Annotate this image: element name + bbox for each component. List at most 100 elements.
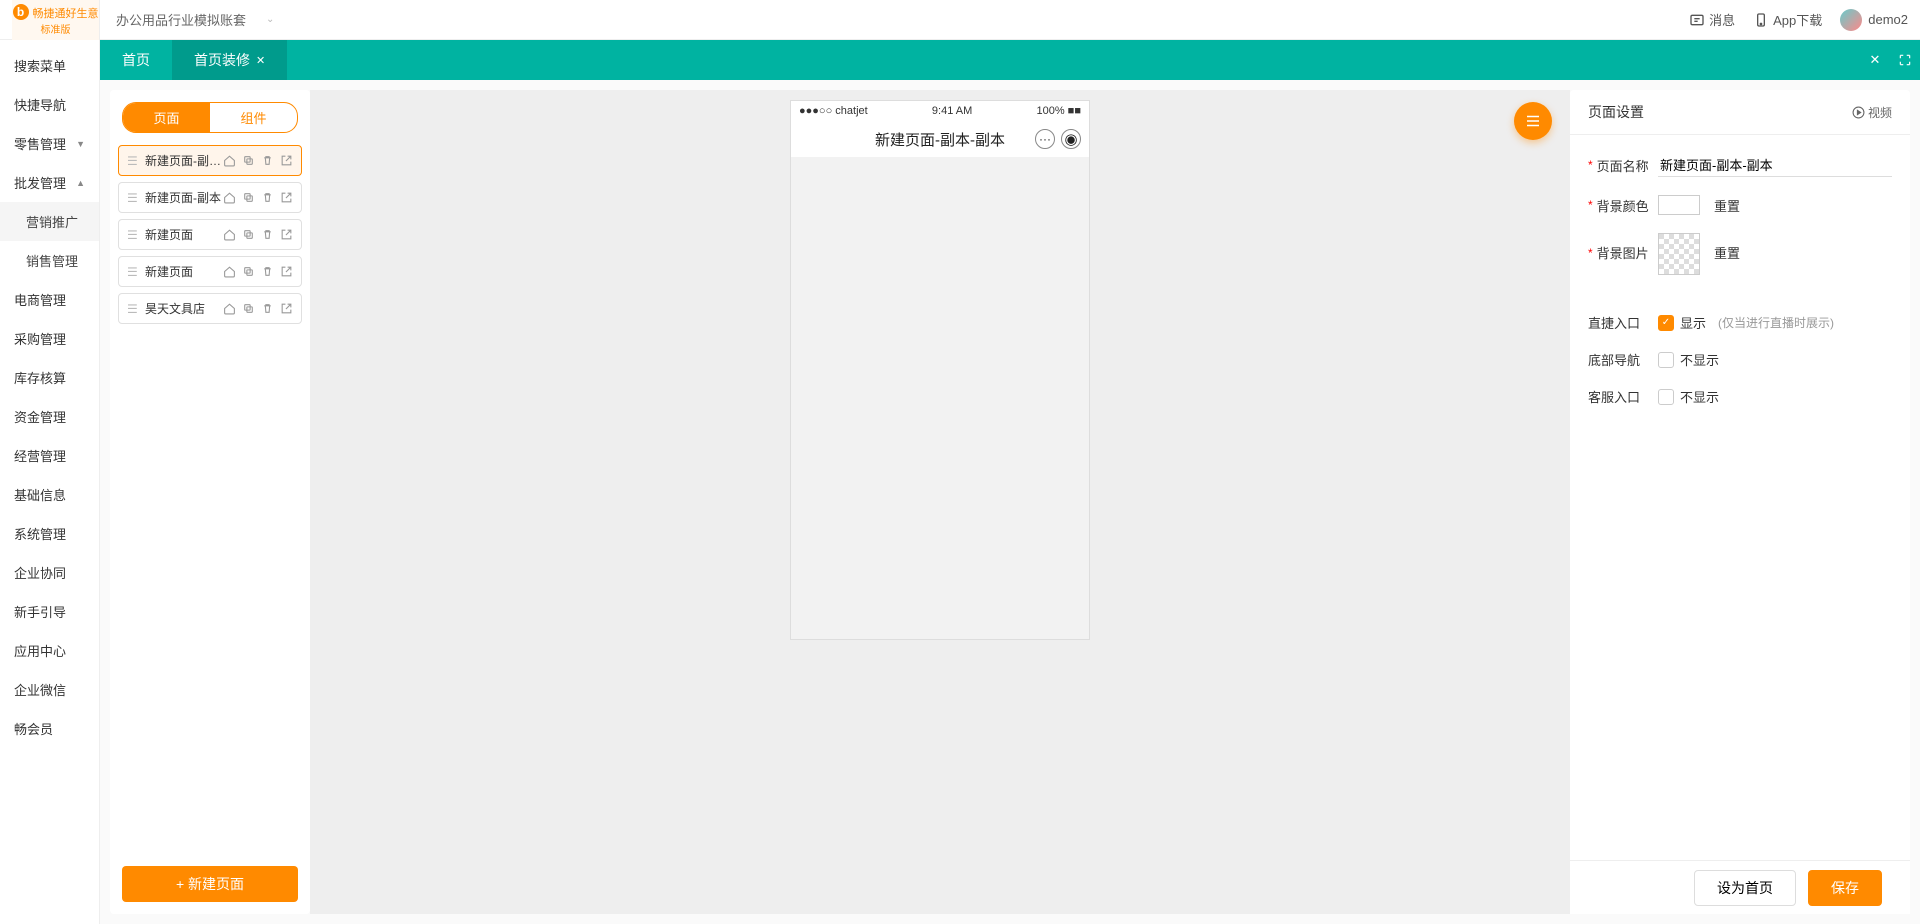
page-list-item[interactable]: ☰ 新建页面 [118, 219, 302, 250]
service-checkbox[interactable]: 不显示 [1658, 387, 1719, 406]
seg-page[interactable]: 页面 [123, 103, 210, 132]
drag-icon: ☰ [127, 191, 139, 205]
settings-panel: 页面设置 视频 *页面名称 *背景颜色 重置 [1570, 90, 1910, 914]
plan-tag: 标准版 [41, 21, 71, 36]
sidebar-item[interactable]: 库存核算 [0, 358, 99, 397]
drag-icon: ☰ [127, 302, 139, 316]
video-link[interactable]: 视频 [1852, 104, 1892, 121]
logo: b 畅捷通好生意 标准版 [12, 0, 100, 40]
tab-close-all[interactable]: ✕ [1860, 40, 1890, 80]
user-menu[interactable]: demo2 [1840, 9, 1908, 31]
sidebar-item[interactable]: 企业微信 [0, 670, 99, 709]
sidebar-item[interactable]: 零售管理▼ [0, 124, 99, 163]
app-download-link[interactable]: App下载 [1753, 10, 1822, 29]
delete-icon[interactable] [261, 154, 274, 167]
layers-fab[interactable] [1514, 102, 1552, 140]
page-name: 新建页面-副本-... [145, 152, 223, 169]
sidebar-item[interactable]: 营销推广 [0, 202, 99, 241]
home-icon[interactable] [223, 265, 236, 278]
carrier-icon: ●●●○○ chatjet [799, 105, 868, 117]
copy-icon[interactable] [242, 191, 255, 204]
sidebar-item[interactable]: 新手引导 [0, 592, 99, 631]
share-icon[interactable] [280, 191, 293, 204]
drag-icon: ☰ [127, 265, 139, 279]
messages-link[interactable]: 消息 [1689, 10, 1735, 29]
page-list-item[interactable]: ☰新建页面 [118, 256, 302, 287]
menu-dots-icon: ··· [1035, 129, 1055, 149]
sidebar: 搜索菜单 快捷导航零售管理▼批发管理▲营销推广销售管理电商管理采购管理库存核算资… [0, 40, 100, 924]
sidebar-item[interactable]: 畅会员 [0, 709, 99, 748]
share-icon[interactable] [280, 154, 293, 167]
page-list-item[interactable]: ☰ 新建页面-副本 [118, 182, 302, 213]
field-bg-color: *背景颜色 重置 [1588, 195, 1892, 215]
user-name: demo2 [1868, 12, 1908, 27]
bg-color-swatch[interactable] [1658, 195, 1700, 215]
delete-icon[interactable] [261, 228, 274, 241]
delete-icon[interactable] [261, 191, 274, 204]
new-page-button[interactable]: + 新建页面 [122, 866, 298, 902]
copy-icon[interactable] [242, 302, 255, 315]
chevron-down-icon: ⌄ [266, 14, 274, 25]
reset-bg-color[interactable]: 重置 [1714, 196, 1740, 215]
delete-icon[interactable] [261, 302, 274, 315]
sidebar-item[interactable]: 经营管理 [0, 436, 99, 475]
page-list-item[interactable]: ☰ 新建页面-副本-... [118, 145, 302, 176]
tab-home[interactable]: 首页 [100, 40, 172, 80]
home-icon[interactable] [223, 154, 236, 167]
bottom-nav-checkbox[interactable]: 不显示 [1658, 350, 1719, 369]
share-icon[interactable] [280, 228, 293, 241]
sidebar-item[interactable]: 基础信息 [0, 475, 99, 514]
field-service-entry: 客服入口 不显示 [1588, 387, 1892, 406]
canvas-area: ●●●○○ chatjet 9:41 AM 100% ■■ 新建页面-副本-副本… [310, 90, 1570, 914]
page-name: 新建页面 [145, 226, 223, 243]
home-icon[interactable] [223, 302, 236, 315]
sidebar-search[interactable]: 搜索菜单 [0, 46, 99, 85]
share-icon[interactable] [280, 302, 293, 315]
phone-canvas[interactable] [791, 157, 1089, 639]
tab-page-design[interactable]: 首页装修 ✕ [172, 40, 287, 80]
drag-icon: ☰ [127, 228, 139, 242]
menu-icon [1524, 112, 1542, 130]
delete-icon[interactable] [261, 265, 274, 278]
sidebar-item[interactable]: 批发管理▲ [0, 163, 99, 202]
copy-icon[interactable] [242, 228, 255, 241]
share-icon[interactable] [280, 265, 293, 278]
sidebar-item[interactable]: 采购管理 [0, 319, 99, 358]
page-list-panel: 页面 组件 ☰新建页面-副本-...☰新建页面-副本☰新建页面☰新建页面☰昊天文… [110, 90, 310, 914]
field-page-name: *页面名称 [1588, 153, 1892, 177]
copy-icon[interactable] [242, 265, 255, 278]
phone-status-bar: ●●●○○ chatjet 9:41 AM 100% ■■ [791, 101, 1089, 121]
sidebar-item[interactable]: 系统管理 [0, 514, 99, 553]
live-entry-checkbox[interactable]: ✓ 显示 (仅当进行直播时展示) [1658, 313, 1834, 332]
sidebar-item[interactable]: 快捷导航 [0, 85, 99, 124]
copy-icon[interactable] [242, 154, 255, 167]
page-name: 新建页面-副本 [145, 189, 223, 206]
field-live-entry: 直捷入口 ✓ 显示 (仅当进行直播时展示) [1588, 313, 1892, 332]
set-home-button[interactable]: 设为首页 [1694, 870, 1796, 906]
seg-component[interactable]: 组件 [210, 103, 297, 132]
bg-image-picker[interactable] [1658, 233, 1700, 275]
home-icon[interactable] [223, 228, 236, 241]
reset-bg-image[interactable]: 重置 [1714, 233, 1740, 262]
page-name-input[interactable] [1658, 153, 1892, 177]
sidebar-item[interactable]: 销售管理 [0, 241, 99, 280]
phone-preview: ●●●○○ chatjet 9:41 AM 100% ■■ 新建页面-副本-副本… [790, 100, 1090, 640]
chevron-down-icon: ▼ [76, 139, 85, 149]
logo-icon: b [13, 4, 29, 20]
sidebar-item[interactable]: 资金管理 [0, 397, 99, 436]
home-icon[interactable] [223, 191, 236, 204]
close-icon[interactable]: ✕ [256, 54, 265, 67]
save-button[interactable]: 保存 [1808, 870, 1882, 906]
logo-text: 畅捷通好生意 [33, 5, 99, 21]
message-icon [1689, 12, 1705, 28]
sidebar-item[interactable]: 电商管理 [0, 280, 99, 319]
phone-icon [1753, 12, 1769, 28]
sidebar-item[interactable]: 应用中心 [0, 631, 99, 670]
org-selector[interactable]: 办公用品行业模拟账套 ⌄ [116, 10, 274, 29]
chevron-up-icon: ▲ [76, 178, 85, 188]
segment-control: 页面 组件 [122, 102, 298, 133]
page-list-item[interactable]: ☰昊天文具店 [118, 293, 302, 324]
fullscreen-icon[interactable] [1890, 40, 1920, 80]
sidebar-item[interactable]: 企业协同 [0, 553, 99, 592]
drag-icon: ☰ [127, 154, 139, 168]
